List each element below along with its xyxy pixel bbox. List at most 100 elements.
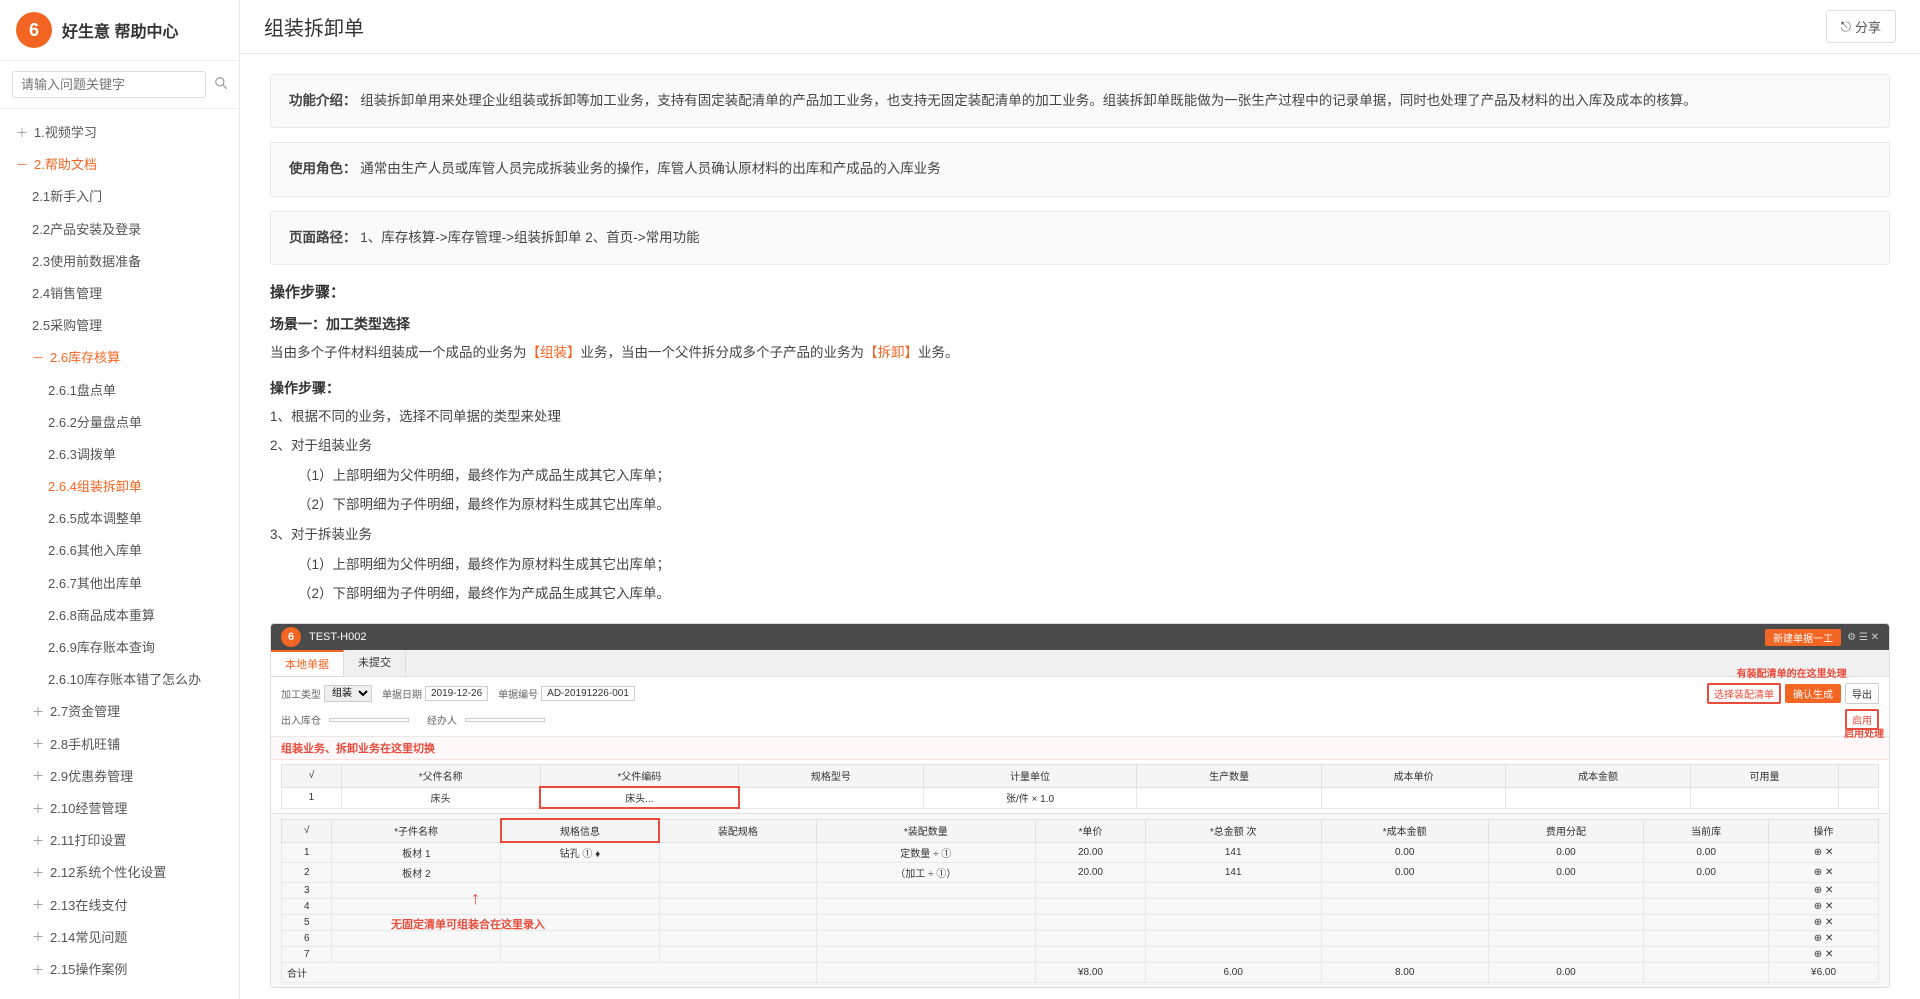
step3-2: （2）下部明细为子件明细，最终作为产成品生成其它入库单。 (270, 581, 1890, 607)
share-button[interactable]: ⎋ 分享 (1826, 10, 1896, 43)
role-label: 使用角色： (289, 161, 357, 176)
mock-icons: ⚙ ☰ ✕ (1847, 632, 1879, 643)
sidebar-item-other-out[interactable]: 2.6.7其他出库单 (0, 568, 239, 600)
mock-no-val: AD-20191226-001 (541, 686, 635, 701)
plus-icon-mob: ＋ (32, 736, 44, 753)
mock-lower-row2: 2 板材 2 （加工 ÷ ①） 20.00 141 0.00 0.00 0.00 (282, 863, 1879, 883)
sidebar-item-purchase[interactable]: 2.5采购管理 (0, 310, 239, 342)
plus-icon-fin: ＋ (32, 704, 44, 721)
page-title: 组装拆卸单 (264, 12, 364, 41)
sidebar-item-online-pay[interactable]: ＋ 2.13在线支付 (0, 890, 239, 922)
minus-icon: － (16, 157, 28, 174)
step1: 1、根据不同的业务，选择不同单据的类型来处理 (270, 404, 1890, 430)
share-icon: ⎋ (1841, 19, 1851, 35)
arrow-up-icon: ↑ (471, 889, 480, 907)
sidebar-item-stocktake[interactable]: 2.6.1盘点单 (0, 375, 239, 407)
mock-lower-row7: 7 ⊕ ✕ (282, 947, 1879, 963)
search-box (0, 61, 239, 109)
mock-logo: 6 (281, 627, 301, 647)
mock-new-btn[interactable]: 新建单据一工 (1765, 629, 1841, 646)
mock-tab-local[interactable]: 本地单据 (271, 650, 344, 676)
mock-lower-footer: 合计 ¥8.00 6.00 8.00 0.00 ¥6.00 (282, 963, 1879, 983)
mock-operator (465, 718, 545, 722)
role-text: 通常由生产人员或库管人员完成拆装业务的操作，库管人员确认原材料的出库和产成品的入… (360, 161, 941, 176)
annotation-no-bom: 无固定清单可组装合在这里录入 (391, 916, 545, 932)
mock-app-titlebar: 6 TEST-H002 新建单据一工 ⚙ ☰ ✕ (271, 624, 1889, 650)
sidebar-item-ops[interactable]: ＋ 2.10经营管理 (0, 793, 239, 825)
path-block: 页面路径： 1、库存核算->库存管理->组装拆卸单 2、首页->常用功能 (270, 211, 1890, 265)
mock-upper-header: √ *父件名称 *父件编码 规格型号 计量单位 生产数量 成本单价 成本金额 可… (282, 765, 1879, 788)
mock-form-actions: 选择装配清单 有装配清单的在这里处理 确认生成 导出 (1707, 683, 1879, 704)
mock-upper-row1: 1 床头 床头... 张/件 × 1.0 (282, 787, 1879, 808)
sidebar-item-stock-error[interactable]: 2.6.10库存账本错了怎么办 (0, 664, 239, 696)
path-text: 1、库存核算->库存管理->组装拆卸单 2、首页->常用功能 (360, 230, 699, 245)
sidebar-item-docs[interactable]: － 2.帮助文档 (0, 149, 239, 181)
sidebar: 6 好生意 帮助中心 ＋ 1.视频学习 － 2.帮助文档 2.1新手入门 2.2… (0, 0, 240, 999)
sidebar-item-install[interactable]: 2.2产品安装及登录 (0, 214, 239, 246)
sidebar-item-finance[interactable]: ＋ 2.7资金管理 (0, 696, 239, 728)
mock-titlebar-left: 6 TEST-H002 (281, 627, 366, 647)
sidebar-item-assembly[interactable]: 2.6.4组装拆卸单 (0, 471, 239, 503)
sidebar-item-adjust[interactable]: 2.6.3调拨单 (0, 439, 239, 471)
mock-lower-table: √ *子件名称 规格信息 装配规格 *装配数量 *单价 *总金额 次 *成本金额… (281, 818, 1879, 983)
sidebar-item-other-in[interactable]: 2.6.6其他入库单 (0, 535, 239, 567)
mock-enable-section: 启用 启用处理 (1845, 709, 1879, 730)
intro-block: 功能介绍： 组装拆卸单用来处理企业组装或拆卸等加工业务，支持有固定装配清单的产品… (270, 74, 1890, 128)
mock-warehouse (329, 718, 409, 722)
mock-lower-row4: 4 ⊕ ✕ (282, 899, 1879, 915)
sidebar-item-cases[interactable]: ＋ 2.15操作案例 (0, 954, 239, 986)
mock-form-date: 单据日期 2019-12-26 (382, 686, 488, 701)
sidebar-header: 6 好生意 帮助中心 (0, 0, 239, 61)
plus-icon-pay: ＋ (32, 897, 44, 914)
mock-type-select[interactable]: 组装 拆卸 (324, 685, 372, 702)
mock-confirm-btn[interactable]: 确认生成 (1785, 684, 1841, 703)
sidebar-item-print[interactable]: ＋ 2.11打印设置 (0, 825, 239, 857)
mock-lower-row1: 1 板材 1 钻孔 ① ♦ 定数量 ÷ ① 20.00 141 0.00 0.0… (282, 842, 1879, 863)
sidebar-item-sales[interactable]: 2.4销售管理 (0, 278, 239, 310)
sidebar-item-cost-recalc[interactable]: 2.6.8商品成本重算 (0, 600, 239, 632)
mock-lower-row3: 3 ⊕ ✕ (282, 883, 1879, 899)
top-bar: 组装拆卸单 ⎋ 分享 (240, 0, 1920, 54)
sidebar-item-newbie[interactable]: 2.1新手入门 (0, 181, 239, 213)
mock-upper-table-container: √ *父件名称 *父件编码 规格型号 计量单位 生产数量 成本单价 成本金额 可… (271, 760, 1889, 813)
mock-form-row: 加工类型 组装 拆卸 单据日期 2019-12-26 单据编号 (281, 683, 1879, 704)
mock-print-btn[interactable]: 导出 (1845, 683, 1879, 704)
plus-icon-coup: ＋ (32, 768, 44, 785)
search-input[interactable] (12, 71, 206, 98)
mock-title: TEST-H002 (309, 631, 366, 643)
sidebar-item-video[interactable]: ＋ 1.视频学习 (0, 117, 239, 149)
sidebar-item-faq[interactable]: ＋ 2.14常见问题 (0, 922, 239, 954)
mock-form-area: 加工类型 组装 拆卸 单据日期 2019-12-26 单据编号 (271, 677, 1889, 737)
plus-icon-prt: ＋ (32, 833, 44, 850)
sidebar-item-data-prep[interactable]: 2.3使用前数据准备 (0, 246, 239, 278)
step3: 3、对于拆装业务 (270, 522, 1890, 548)
disassembly-bracket: 【拆卸】 (864, 345, 918, 360)
logo-icon: 6 (16, 12, 52, 48)
scene-title: 场景一：加工类型选择 (270, 314, 1890, 334)
step2-2: （2）下部明细为子件明细，最终作为原材料生成其它出库单。 (270, 492, 1890, 518)
sidebar-item-cost-adjust[interactable]: 2.6.5成本调整单 (0, 503, 239, 535)
mock-bom-indicator: 选择装配清单 (1707, 683, 1781, 704)
plus-icon: ＋ (16, 125, 28, 142)
mock-lower-header: √ *子件名称 规格信息 装配规格 *装配数量 *单价 *总金额 次 *成本金额… (282, 819, 1879, 842)
nav-tree: ＋ 1.视频学习 － 2.帮助文档 2.1新手入门 2.2产品安装及登录 2.3… (0, 109, 239, 999)
annotation-type-switch: 组装业务、拆卸业务在这里切换 (271, 737, 1889, 760)
screenshot-container: 6 TEST-H002 新建单据一工 ⚙ ☰ ✕ 本地单据 未提交 (270, 623, 1890, 988)
sidebar-item-coupon[interactable]: ＋ 2.9优惠券管理 (0, 761, 239, 793)
step3-1: （1）上部明细为父件明细，最终作为原材料生成其它出库单； (270, 552, 1890, 578)
sidebar-item-mobile[interactable]: ＋ 2.8手机旺铺 (0, 729, 239, 761)
sidebar-item-inventory[interactable]: － 2.6库存核算 (0, 342, 239, 374)
path-label: 页面路径： (289, 230, 357, 245)
assembly-bracket: 【组装】 (527, 345, 581, 360)
sidebar-item-system-setting[interactable]: ＋ 2.12系统个性化设置 (0, 857, 239, 889)
intro-label: 功能介绍： (289, 93, 357, 108)
mock-tab-unsub[interactable]: 未提交 (344, 650, 406, 676)
sidebar-item-stock-query[interactable]: 2.6.9库存账本查询 (0, 632, 239, 664)
mock-lower-table-container: √ *子件名称 规格信息 装配规格 *装配数量 *单价 *总金额 次 *成本金额… (271, 813, 1889, 987)
search-button[interactable] (210, 72, 232, 97)
plus-icon-ops: ＋ (32, 801, 44, 818)
sidebar-item-split-stocktake[interactable]: 2.6.2分量盘点单 (0, 407, 239, 439)
content-area: 功能介绍： 组装拆卸单用来处理企业组装或拆卸等加工业务，支持有固定装配清单的产品… (240, 54, 1920, 999)
ops-steps-title: 操作步骤： (270, 378, 1890, 398)
mock-bom-section: 选择装配清单 有装配清单的在这里处理 (1707, 683, 1781, 704)
